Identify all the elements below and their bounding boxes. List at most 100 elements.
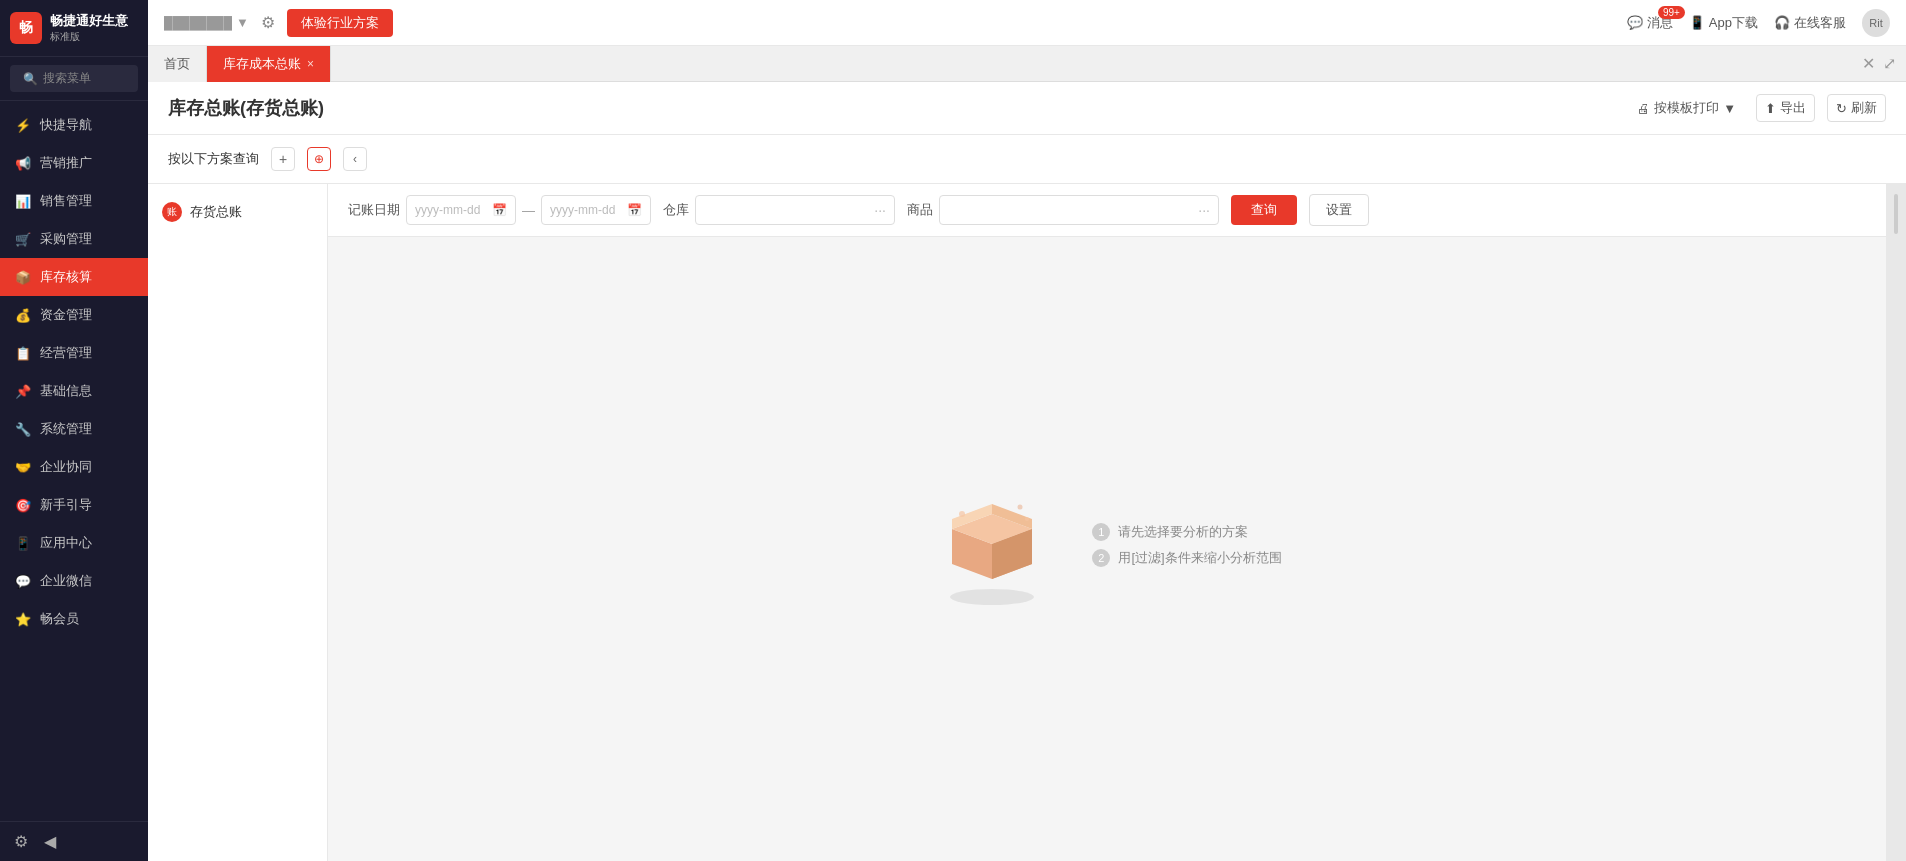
calendar-icon: 📅 [492, 203, 507, 217]
footer-settings-icon[interactable]: ⚙ [14, 832, 28, 851]
left-panel-item-inventory-ledger[interactable]: 账 存货总账 [148, 194, 327, 230]
topbar-left: ████████ ▼ ⚙ 体验行业方案 [164, 9, 1617, 37]
warehouse-more-icon[interactable]: ··· [874, 202, 886, 218]
topbar-settings-button[interactable]: ⚙ [257, 9, 279, 36]
user-avatar[interactable]: Rit [1862, 9, 1890, 37]
page-actions: 🖨 按模板打印 ▼ ⬆ 导出 ↻ 刷新 [1629, 94, 1886, 122]
calendar-end-icon: 📅 [627, 203, 642, 217]
goods-label: 商品 [907, 201, 933, 219]
empty-state: 1 请先选择要分析的方案 2 用[过滤]条件来缩小分析范围 [328, 237, 1886, 861]
message-button[interactable]: 💬 消息 99+ [1627, 14, 1673, 32]
filter-add-button[interactable]: + [271, 147, 295, 171]
date-filter-group: 记账日期 yyyy-mm-dd 📅 — yyyy-mm-dd 📅 [348, 195, 651, 225]
refresh-button[interactable]: ↻ 刷新 [1827, 94, 1886, 122]
sidebar-item-operations[interactable]: 📋 经营管理 [0, 334, 148, 372]
sidebar-item-newbie[interactable]: 🎯 新手引导 [0, 486, 148, 524]
sidebar-item-sales[interactable]: 📊 销售管理 [0, 182, 148, 220]
date-separator: — [522, 203, 535, 218]
topbar-company[interactable]: ████████ ▼ [164, 15, 249, 30]
online-support-button[interactable]: 🎧 在线客服 [1774, 14, 1846, 32]
enterprise-wechat-icon: 💬 [14, 572, 32, 590]
filter-collapse-button[interactable]: ‹ [343, 147, 367, 171]
purchase-icon: 🛒 [14, 230, 32, 248]
sidebar-search-area[interactable]: 🔍 搜索菜单 [0, 57, 148, 101]
inventory-icon: 📦 [14, 268, 32, 286]
sidebar-item-inventory[interactable]: 📦 库存核算 [0, 258, 148, 296]
filter-scheme-area: 按以下方案查询 + ⊕ ‹ [148, 135, 1906, 184]
right-panel [1886, 184, 1906, 861]
logo-icon: 畅 [10, 12, 42, 44]
sidebar-item-quick-nav[interactable]: ⚡ 快捷导航 [0, 106, 148, 144]
tab-expand-icon[interactable]: ⤢ [1883, 54, 1896, 73]
sidebar-item-system[interactable]: 🔧 系统管理 [0, 410, 148, 448]
date-label: 记账日期 [348, 201, 400, 219]
settings-button[interactable]: 设置 [1309, 194, 1369, 226]
refresh-icon: ↻ [1836, 101, 1847, 116]
tab-close-icon[interactable]: × [307, 57, 314, 71]
topbar-right: 💬 消息 99+ 📱 App下载 🎧 在线客服 Rit [1627, 9, 1890, 37]
sidebar-nav: ⚡ 快捷导航 📢 营销推广 📊 销售管理 🛒 采购管理 📦 库存核算 💰 资金管… [0, 101, 148, 821]
filter-toggle-button[interactable]: ⊕ [307, 147, 331, 171]
svg-point-8 [1018, 505, 1023, 510]
sidebar-item-finance[interactable]: 💰 资金管理 [0, 296, 148, 334]
sidebar-footer: ⚙ ◀ [0, 821, 148, 861]
empty-hint-2: 2 用[过滤]条件来缩小分析范围 [1092, 549, 1281, 567]
newbie-icon: 🎯 [14, 496, 32, 514]
app-download-button[interactable]: 📱 App下载 [1689, 14, 1758, 32]
warehouse-filter-group: 仓库 ··· [663, 195, 895, 225]
svg-point-0 [950, 589, 1034, 605]
quick-nav-icon: ⚡ [14, 116, 32, 134]
membership-icon: ⭐ [14, 610, 32, 628]
page-content: 库存总账(存货总账) 🖨 按模板打印 ▼ ⬆ 导出 ↻ 刷新 按以下方案查询 [148, 82, 1906, 861]
sidebar-item-app-center[interactable]: 📱 应用中心 [0, 524, 148, 562]
operations-icon: 📋 [14, 344, 32, 362]
enterprise-icon: 🤝 [14, 458, 32, 476]
filter-label: 按以下方案查询 [168, 150, 259, 168]
finance-icon: 💰 [14, 306, 32, 324]
sidebar-logo: 畅 畅捷通好生意 标准版 [0, 0, 148, 57]
logo-text: 畅捷通好生意 标准版 [50, 13, 128, 43]
tab-inventory-cost[interactable]: 库存成本总账 × [207, 46, 331, 82]
goods-more-icon[interactable]: ··· [1198, 202, 1210, 218]
footer-collapse-icon[interactable]: ◀ [44, 832, 56, 851]
page-header: 库存总账(存货总账) 🖨 按模板打印 ▼ ⬆ 导出 ↻ 刷新 [148, 82, 1906, 135]
empty-illustration-svg [932, 489, 1052, 609]
right-panel-handle[interactable] [1894, 194, 1898, 234]
export-button[interactable]: ⬆ 导出 [1756, 94, 1815, 122]
warehouse-select[interactable]: ··· [695, 195, 895, 225]
query-button[interactable]: 查询 [1231, 195, 1297, 225]
sidebar-item-membership[interactable]: ⭐ 畅会员 [0, 600, 148, 638]
tabs-bar: 首页 库存成本总账 × ✕ ⤢ [148, 46, 1906, 82]
sidebar-item-enterprise-wechat[interactable]: 💬 企业微信 [0, 562, 148, 600]
marketing-icon: 📢 [14, 154, 32, 172]
tab-home[interactable]: 首页 [148, 46, 207, 82]
basic-info-icon: 📌 [14, 382, 32, 400]
filter-row: 记账日期 yyyy-mm-dd 📅 — yyyy-mm-dd 📅 仓库 [328, 184, 1886, 237]
date-end-input[interactable]: yyyy-mm-dd 📅 [541, 195, 651, 225]
print-button[interactable]: 🖨 按模板打印 ▼ [1629, 95, 1744, 121]
hint-num-1: 1 [1092, 523, 1110, 541]
content-body: 账 存货总账 记账日期 yyyy-mm-dd 📅 — [148, 184, 1906, 861]
left-panel: 账 存货总账 [148, 184, 328, 861]
goods-filter-group: 商品 ··· [907, 195, 1219, 225]
sidebar-item-basic-info[interactable]: 📌 基础信息 [0, 372, 148, 410]
chevron-down-icon: ▼ [236, 15, 249, 30]
trial-button[interactable]: 体验行业方案 [287, 9, 393, 37]
svg-point-6 [959, 511, 965, 517]
message-icon: 💬 [1627, 15, 1643, 30]
empty-text: 1 请先选择要分析的方案 2 用[过滤]条件来缩小分析范围 [1092, 523, 1281, 575]
system-icon: 🔧 [14, 420, 32, 438]
goods-select[interactable]: ··· [939, 195, 1219, 225]
print-dropdown-icon[interactable]: ▼ [1723, 101, 1736, 116]
sidebar-item-marketing[interactable]: 📢 营销推广 [0, 144, 148, 182]
tab-close-main-icon[interactable]: ✕ [1862, 54, 1875, 73]
sales-icon: 📊 [14, 192, 32, 210]
sidebar-item-purchase[interactable]: 🛒 采购管理 [0, 220, 148, 258]
date-start-input[interactable]: yyyy-mm-dd 📅 [406, 195, 516, 225]
sidebar-item-enterprise[interactable]: 🤝 企业协同 [0, 448, 148, 486]
mobile-icon: 📱 [1689, 15, 1705, 30]
empty-hint-1: 1 请先选择要分析的方案 [1092, 523, 1281, 541]
main-area: ████████ ▼ ⚙ 体验行业方案 💬 消息 99+ 📱 App下载 🎧 在… [148, 0, 1906, 861]
message-badge: 99+ [1658, 6, 1685, 19]
sidebar-search-button[interactable]: 🔍 搜索菜单 [10, 65, 138, 92]
